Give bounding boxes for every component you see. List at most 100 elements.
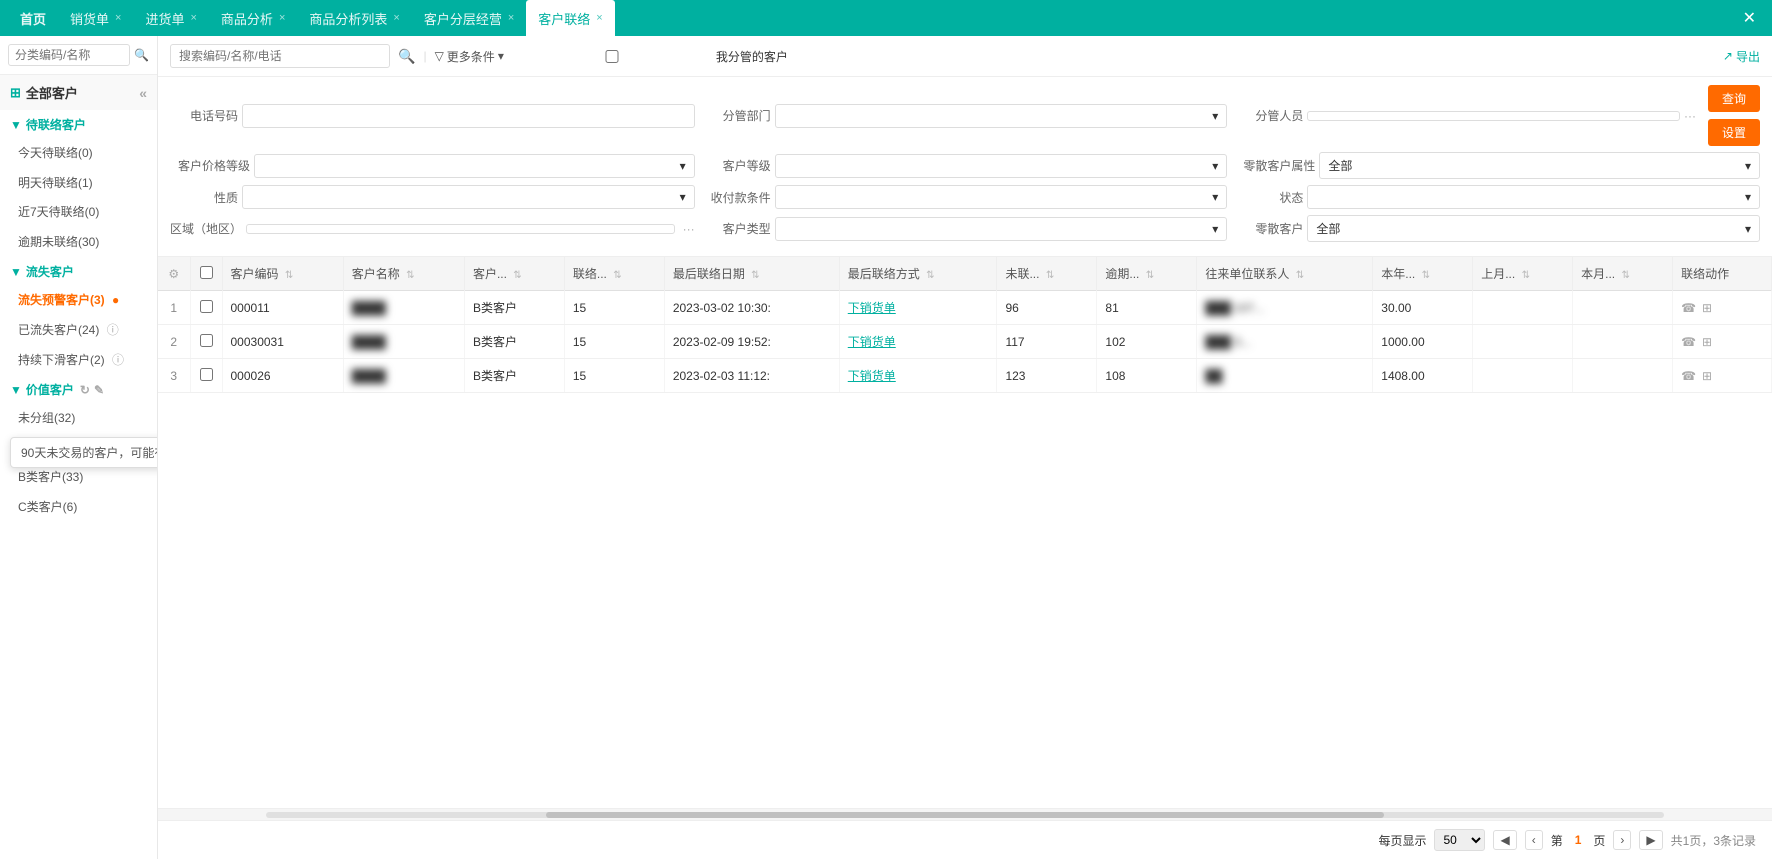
col-last-method-sort[interactable]: ⇅ bbox=[926, 270, 934, 281]
filter-customer-type-label: 客户类型 bbox=[703, 220, 771, 237]
filter-customer-level-select[interactable] bbox=[775, 154, 1228, 178]
tab-home[interactable]: 首页 bbox=[8, 0, 58, 36]
tab-customer-contact-close[interactable]: × bbox=[596, 12, 602, 24]
tab-sales-close[interactable]: × bbox=[115, 12, 121, 24]
col-last-month-sort[interactable]: ⇅ bbox=[1522, 270, 1530, 281]
row-last-method-link[interactable]: 下销货单 bbox=[848, 369, 896, 383]
col-last-date-sort[interactable]: ⇅ bbox=[751, 270, 759, 281]
col-checkbox[interactable] bbox=[190, 257, 222, 291]
query-btn[interactable]: 查询 bbox=[1708, 85, 1760, 112]
row-checkbox-cell[interactable] bbox=[190, 291, 222, 325]
action-contact-icon[interactable]: ☎ bbox=[1681, 335, 1696, 349]
col-this-year-sort[interactable]: ⇅ bbox=[1422, 270, 1430, 281]
region-dots[interactable]: ··· bbox=[683, 222, 695, 236]
col-no-contact-sort[interactable]: ⇅ bbox=[1046, 270, 1054, 281]
tab-customer-segment-close[interactable]: × bbox=[508, 12, 514, 24]
sidebar-collapse-btn[interactable]: « bbox=[139, 85, 147, 101]
action-contact-icon[interactable]: ☎ bbox=[1681, 301, 1696, 315]
sidebar-item-c-class[interactable]: C类客户(6) bbox=[0, 493, 157, 523]
sidebar-item-loss-warning[interactable]: 流失预警客户(3) ● bbox=[0, 286, 157, 316]
col-action-label: 联络动作 bbox=[1681, 267, 1729, 281]
action-more-icon[interactable]: ⊞ bbox=[1702, 301, 1712, 315]
last-page-btn[interactable]: ▶ bbox=[1639, 830, 1662, 850]
sidebar-item-recover[interactable]: 持续下滑客户(2) ⓘ bbox=[0, 346, 157, 376]
row-last-method[interactable]: 下销货单 bbox=[839, 291, 997, 325]
next-page-btn[interactable]: › bbox=[1613, 830, 1631, 850]
zero-retail-value: 全部 bbox=[1316, 220, 1340, 237]
row-last-method[interactable]: 下销货单 bbox=[839, 325, 997, 359]
export-btn[interactable]: ↗ 导出 bbox=[1723, 48, 1760, 65]
sidebar-group-loss-title[interactable]: ▼ 流失客户 bbox=[0, 257, 157, 286]
filter-payment-select[interactable] bbox=[775, 185, 1228, 209]
more-conditions-btn[interactable]: ▽ 更多条件 bbox=[435, 48, 504, 65]
sidebar-item-ungroup[interactable]: 未分组(32) bbox=[0, 404, 157, 434]
all-customers-label: 全部客户 bbox=[26, 83, 78, 102]
action-more-icon[interactable]: ⊞ bbox=[1702, 369, 1712, 383]
row-checkbox-cell[interactable] bbox=[190, 359, 222, 393]
sidebar-item-week[interactable]: 近7天待联络(0) bbox=[0, 198, 157, 228]
per-page-select[interactable]: 50 10 20 100 bbox=[1434, 829, 1485, 851]
sidebar-search-input[interactable] bbox=[8, 44, 130, 66]
row-last-method-link[interactable]: 下销货单 bbox=[848, 301, 896, 315]
filter-dept-select[interactable] bbox=[775, 104, 1228, 128]
filter-status-select[interactable] bbox=[1307, 185, 1760, 209]
sidebar-item-overdue[interactable]: 逾期未联络(30) bbox=[0, 228, 157, 258]
sidebar-item-tomorrow[interactable]: 明天待联络(1) bbox=[0, 169, 157, 199]
col-contact-sort[interactable]: ⇅ bbox=[613, 270, 621, 281]
sidebar-item-today[interactable]: 今天待联络(0) bbox=[0, 139, 157, 169]
value-edit-icon[interactable]: ✎ bbox=[94, 383, 104, 397]
row-last-method-link[interactable]: 下销货单 bbox=[848, 335, 896, 349]
tab-analysis[interactable]: 商品分析 × bbox=[209, 0, 297, 36]
more-conditions-label: 更多条件 bbox=[447, 48, 495, 65]
sidebar-group-value-title[interactable]: ▼ 价值客户 ↻ ✎ bbox=[0, 375, 157, 404]
horizontal-scrollbar[interactable] bbox=[158, 808, 1772, 820]
col-this-month-sort[interactable]: ⇅ bbox=[1622, 270, 1630, 281]
row-checkbox[interactable] bbox=[200, 300, 213, 313]
value-refresh-icon[interactable]: ↻ bbox=[80, 383, 90, 397]
row-checkbox-cell[interactable] bbox=[190, 325, 222, 359]
settings-btn[interactable]: 设置 bbox=[1708, 119, 1760, 146]
tab-purchase-close[interactable]: × bbox=[190, 12, 196, 24]
settings-gear-icon[interactable]: ⚙ bbox=[168, 267, 179, 281]
filter-customer-type-select[interactable] bbox=[775, 217, 1228, 241]
action-contact-icon[interactable]: ☎ bbox=[1681, 369, 1696, 383]
prev-page-btn[interactable]: ‹ bbox=[1525, 830, 1543, 850]
filter-zero-retail-select[interactable]: 全部 bbox=[1307, 215, 1760, 242]
tab-analysis-list-close[interactable]: × bbox=[393, 12, 399, 24]
col-settings[interactable]: ⚙ bbox=[158, 257, 190, 291]
col-name-sort[interactable]: ⇅ bbox=[406, 270, 414, 281]
col-overdue-sort[interactable]: ⇅ bbox=[1146, 270, 1154, 281]
tab-analysis-list[interactable]: 商品分析列表 × bbox=[297, 0, 411, 36]
filter-manager-label: 分管人员 bbox=[1235, 107, 1303, 124]
window-close-btn[interactable]: ✕ bbox=[1735, 8, 1764, 28]
tab-customer-segment[interactable]: 客户分层经营 × bbox=[412, 0, 526, 36]
filter-manager-input[interactable] bbox=[1307, 111, 1680, 121]
manager-dots[interactable]: ··· bbox=[1684, 109, 1696, 123]
tab-customer-contact[interactable]: 客户联络 × bbox=[526, 0, 614, 36]
my-customers-checkbox-label[interactable]: 我分管的客户 bbox=[512, 48, 788, 65]
action-more-icon[interactable]: ⊞ bbox=[1702, 335, 1712, 349]
scrollbar-thumb[interactable] bbox=[546, 812, 1385, 818]
search-input[interactable] bbox=[170, 44, 390, 68]
sidebar-group-waiting-title[interactable]: ▼ 待联络客户 bbox=[0, 110, 157, 139]
filter-phone-input[interactable] bbox=[242, 104, 695, 128]
sidebar-all-customers[interactable]: ⊞ 全部客户 « bbox=[0, 75, 157, 110]
row-checkbox[interactable] bbox=[200, 334, 213, 347]
row-checkbox[interactable] bbox=[200, 368, 213, 381]
my-customers-checkbox[interactable] bbox=[512, 50, 712, 63]
row-last-method[interactable]: 下销货单 bbox=[839, 359, 997, 393]
col-code-sort[interactable]: ⇅ bbox=[285, 270, 293, 281]
sidebar-item-lost[interactable]: 已流失客户(24) ⓘ bbox=[0, 316, 157, 346]
select-all-checkbox[interactable] bbox=[200, 266, 213, 279]
filter-gender-select[interactable] bbox=[242, 185, 695, 209]
col-contact-person-sort[interactable]: ⇅ bbox=[1296, 270, 1304, 281]
tab-sales[interactable]: 销货单 × bbox=[58, 0, 133, 36]
tab-purchase[interactable]: 进货单 × bbox=[133, 0, 208, 36]
filter-region-select[interactable] bbox=[246, 224, 675, 234]
filter-price-level-select[interactable] bbox=[254, 154, 695, 178]
first-page-btn[interactable]: ◀ bbox=[1493, 830, 1516, 850]
filter-zero-retail-attr-select[interactable]: 全部 bbox=[1319, 152, 1760, 179]
tab-analysis-close[interactable]: × bbox=[279, 12, 285, 24]
col-type-sort[interactable]: ⇅ bbox=[513, 270, 521, 281]
search-btn[interactable]: 🔍 bbox=[398, 48, 415, 65]
